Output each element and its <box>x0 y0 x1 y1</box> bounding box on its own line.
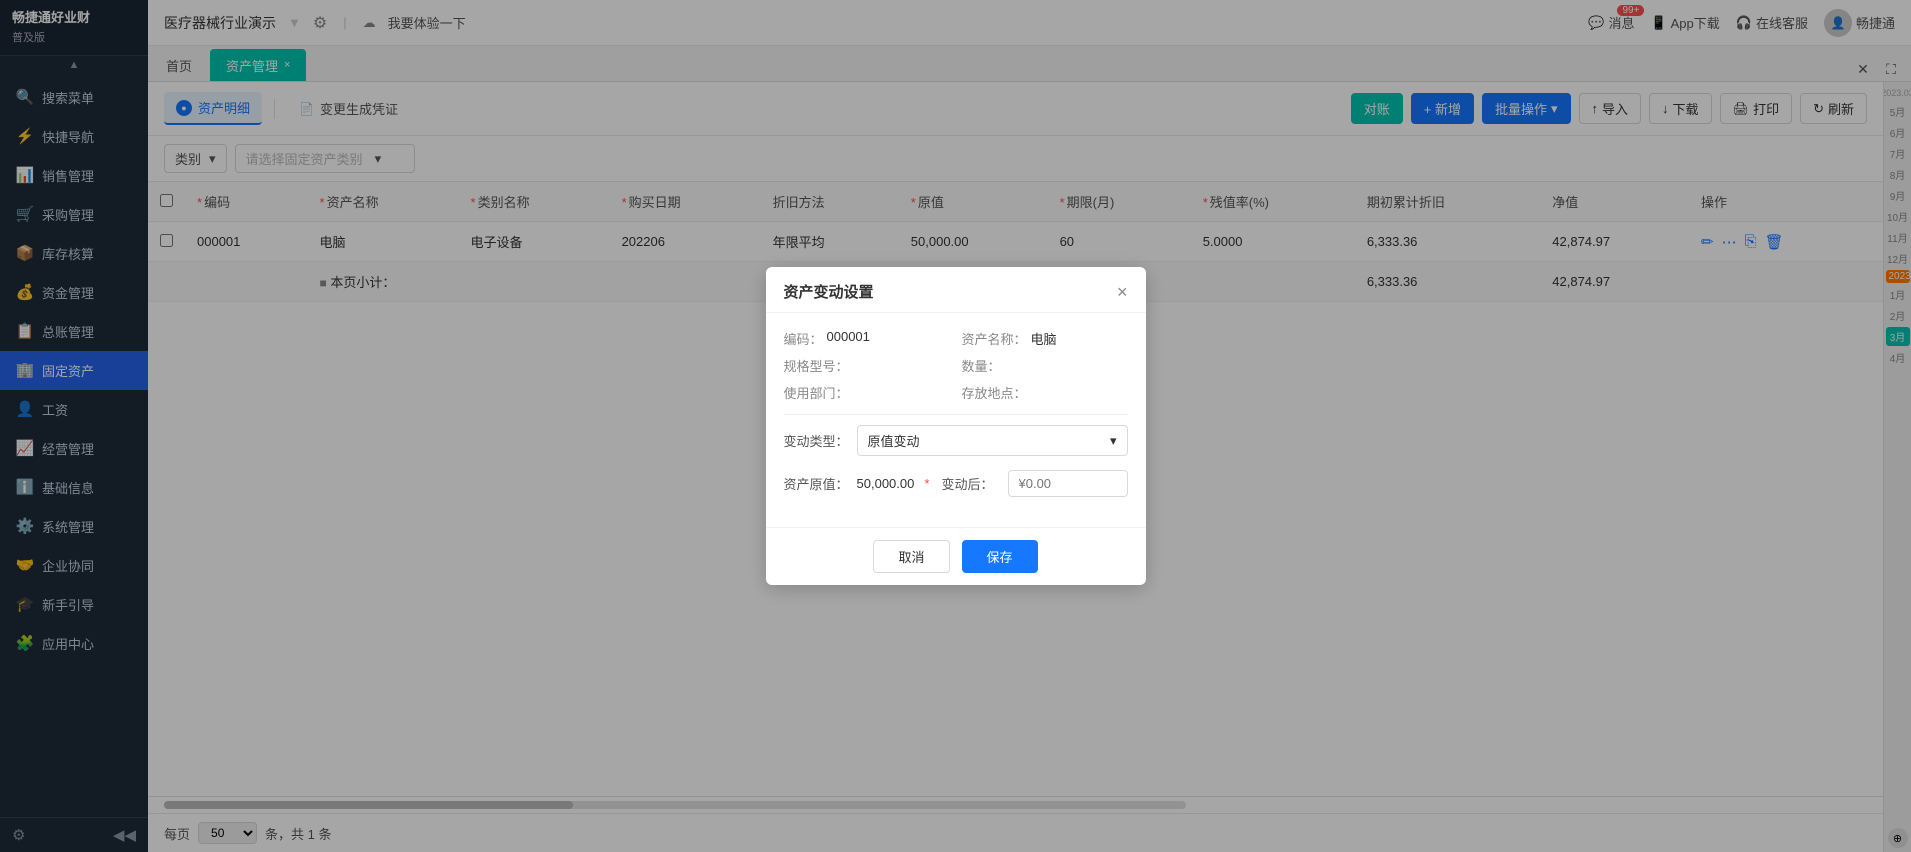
modal-name-value: 电脑 <box>1031 329 1057 348</box>
modal-department-label: 使用部门： <box>784 383 849 402</box>
modal-change-type-label: 变动类型： <box>784 431 849 450</box>
modal-location-label: 存放地点： <box>962 383 1027 402</box>
modal-original-value-label: 资产原值： <box>784 474 849 493</box>
modal-title: 资产变动设置 <box>784 281 874 302</box>
modal-spec-label: 规格型号： <box>784 356 849 375</box>
modal-name-label: 资产名称： <box>962 329 1027 348</box>
modal-location-row: 存放地点： <box>962 383 1128 402</box>
modal-after-label: 变动后： <box>941 474 993 493</box>
modal-cancel-btn[interactable]: 取消 <box>873 540 949 573</box>
modal-quantity-row: 数量： <box>962 356 1128 375</box>
modal-divider <box>784 414 1128 415</box>
modal-after-change-input[interactable] <box>1008 470 1128 497</box>
modal-code-value: 000001 <box>827 329 870 348</box>
modal-department-row: 使用部门： <box>784 383 950 402</box>
modal-close-icon[interactable]: × <box>1117 283 1128 301</box>
modal-change-type-row: 变动类型： 原值变动 ▾ <box>784 425 1128 456</box>
modal-code-label: 编码： <box>784 329 823 348</box>
modal-footer: 取消 保存 <box>766 527 1146 585</box>
modal-original-value-row: 资产原值： 50,000.00 * 变动后： <box>784 470 1128 497</box>
modal-quantity-label: 数量： <box>962 356 1001 375</box>
modal-asset-change: 资产变动设置 × 编码： 000001 资产名称： 电脑 规格型号： 数量： <box>766 267 1146 585</box>
modal-change-type-select[interactable]: 原值变动 ▾ <box>857 425 1128 456</box>
modal-name-row: 资产名称： 电脑 <box>962 329 1128 348</box>
modal-body: 编码： 000001 资产名称： 电脑 规格型号： 数量： 使用部门： <box>766 313 1146 527</box>
modal-change-type-arrow: ▾ <box>1110 433 1117 449</box>
modal-original-value: 50,000.00 <box>857 476 917 491</box>
modal-overlay: 资产变动设置 × 编码： 000001 资产名称： 电脑 规格型号： 数量： <box>0 0 1911 852</box>
modal-header: 资产变动设置 × <box>766 267 1146 313</box>
modal-spec-row: 规格型号： <box>784 356 950 375</box>
modal-save-btn[interactable]: 保存 <box>962 540 1038 573</box>
modal-code-row: 编码： 000001 <box>784 329 950 348</box>
modal-after-required: * <box>924 476 929 491</box>
modal-change-type-value: 原值变动 <box>868 431 920 450</box>
modal-info-grid: 编码： 000001 资产名称： 电脑 规格型号： 数量： 使用部门： <box>784 329 1128 402</box>
